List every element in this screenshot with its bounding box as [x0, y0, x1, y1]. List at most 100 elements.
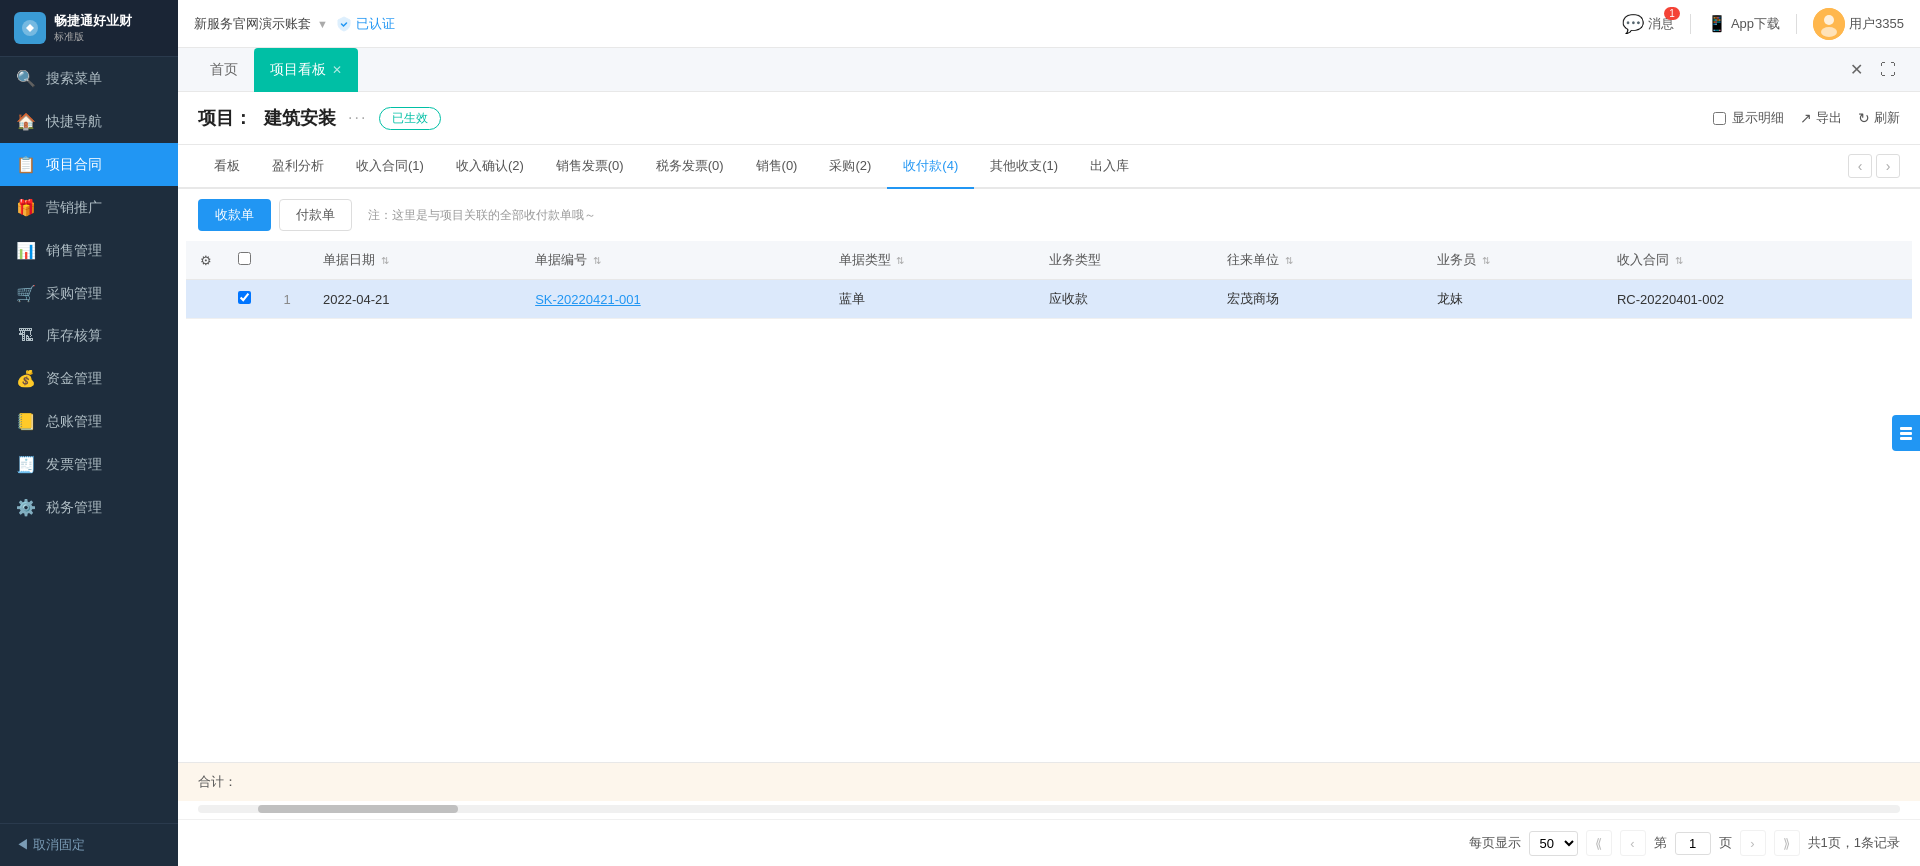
td-number[interactable]: SK-20220421-001: [523, 280, 827, 319]
search-icon: 🔍: [16, 69, 36, 88]
topbar-divider2: [1796, 14, 1797, 34]
account-selector[interactable]: 新服务官网演示账套 ▼: [194, 15, 328, 33]
subtab-income-confirm[interactable]: 收入确认(2): [440, 145, 540, 189]
page-prefix-label: 第: [1654, 834, 1667, 852]
first-page-button[interactable]: ⟪: [1586, 830, 1612, 856]
current-page-input[interactable]: [1675, 832, 1711, 855]
app-download-label: App下载: [1731, 15, 1780, 33]
tab-home[interactable]: 首页: [194, 48, 254, 92]
subtab-other-expense[interactable]: 其他收支(1): [974, 145, 1074, 189]
last-page-button[interactable]: ⟫: [1774, 830, 1800, 856]
finance-icon: 💰: [16, 369, 36, 388]
receipt-table: ⚙ 单据日期 ⇅ 单据编号 ⇅: [186, 241, 1912, 319]
subtab-kanban[interactable]: 看板: [198, 145, 256, 189]
sidebar-item-project[interactable]: 📋 项目合同: [0, 143, 178, 186]
export-button[interactable]: ↗ 导出: [1800, 109, 1842, 127]
account-chevron-icon: ▼: [317, 18, 328, 30]
subtab-profit[interactable]: 盈利分析: [256, 145, 340, 189]
th-gear[interactable]: ⚙: [186, 241, 226, 280]
scroll-thumb[interactable]: [258, 805, 458, 813]
app-download-button[interactable]: 📱 App下载: [1707, 14, 1780, 33]
subtab-inout[interactable]: 出入库: [1074, 145, 1145, 189]
topbar: 新服务官网演示账套 ▼ 已认证 💬 消息 1 📱 App下载: [178, 0, 1920, 48]
th-date[interactable]: 单据日期 ⇅: [311, 241, 523, 280]
sidebar-item-finance[interactable]: 💰 资金管理: [0, 357, 178, 400]
sidebar-label-finance: 资金管理: [46, 370, 102, 388]
topbar-right: 💬 消息 1 📱 App下载 用户3355: [1622, 8, 1904, 40]
user-menu[interactable]: 用户3355: [1813, 8, 1904, 40]
sidebar-item-inventory[interactable]: 🏗 库存核算: [0, 315, 178, 357]
sidebar-item-quicknav[interactable]: 🏠 快捷导航: [0, 100, 178, 143]
sort-number-icon: ⇅: [593, 255, 601, 266]
per-page-select[interactable]: 50: [1529, 831, 1578, 856]
shield-icon: [336, 16, 352, 32]
td-biz-type: 应收款: [1037, 280, 1215, 319]
select-all-checkbox[interactable]: [238, 252, 251, 265]
project-icon: 📋: [16, 155, 36, 174]
subtab-next-button[interactable]: ›: [1876, 154, 1900, 178]
receipt-bill-tab[interactable]: 收款单: [198, 199, 271, 231]
subtab-income-contract[interactable]: 收入合同(1): [340, 145, 440, 189]
td-income-contract: RC-20220401-002: [1605, 280, 1912, 319]
scroll-track: [198, 805, 1900, 813]
sidebar-unpin-button[interactable]: ◀ 取消固定: [0, 823, 178, 866]
tab-project-board-label: 项目看板: [270, 61, 326, 79]
sidebar-item-marketing[interactable]: 🎁 营销推广: [0, 186, 178, 229]
horizontal-scroll-area[interactable]: [178, 801, 1920, 819]
show-detail-checkbox[interactable]: 显示明细: [1713, 109, 1784, 127]
sidebar-item-ledger[interactable]: 📒 总账管理: [0, 400, 178, 443]
message-badge: 1: [1664, 7, 1680, 20]
purchase-icon: 🛒: [16, 284, 36, 303]
sidebar-item-invoice[interactable]: 🧾 发票管理: [0, 443, 178, 486]
sidebar-item-purchase[interactable]: 🛒 采购管理: [0, 272, 178, 315]
verified-badge: 已认证: [336, 15, 395, 33]
maximize-window-button[interactable]: ⛶: [1876, 58, 1900, 82]
pagination: 每页显示 50 ⟪ ‹ 第 页 › ⟫ 共1页，1条记录: [178, 819, 1920, 866]
svg-point-3: [1821, 27, 1837, 37]
sidebar-label-tax: 税务管理: [46, 499, 102, 517]
unpin-label: ◀ 取消固定: [16, 836, 85, 854]
th-type[interactable]: 单据类型 ⇅: [827, 241, 1037, 280]
row-checkbox[interactable]: [238, 291, 251, 304]
subtab-receipt[interactable]: 收付款(4): [887, 145, 974, 189]
td-checkbox[interactable]: [226, 280, 263, 319]
tab-home-label: 首页: [210, 61, 238, 79]
subtab-sales[interactable]: 销售(0): [740, 145, 814, 189]
bill-number-link[interactable]: SK-20220421-001: [535, 292, 641, 307]
next-page-button[interactable]: ›: [1740, 830, 1766, 856]
project-more-button[interactable]: ···: [348, 109, 367, 127]
export-label: 导出: [1816, 109, 1842, 127]
sales-icon: 📊: [16, 241, 36, 260]
th-checkbox[interactable]: [226, 241, 263, 280]
subtab-sales-invoice[interactable]: 销售发票(0): [540, 145, 640, 189]
th-number[interactable]: 单据编号 ⇅: [523, 241, 827, 280]
ledger-icon: 📒: [16, 412, 36, 431]
right-panel-toggle[interactable]: [1892, 415, 1920, 451]
payment-bill-tab[interactable]: 付款单: [279, 199, 352, 231]
tab-project-board[interactable]: 项目看板 ✕: [254, 48, 358, 92]
th-income-contract[interactable]: 收入合同 ⇅: [1605, 241, 1912, 280]
sidebar-item-search[interactable]: 🔍 搜索菜单: [0, 57, 178, 100]
sidebar-label-invoice: 发票管理: [46, 456, 102, 474]
subtab-tax-invoice[interactable]: 税务发票(0): [640, 145, 740, 189]
close-window-button[interactable]: ✕: [1844, 58, 1868, 82]
th-partner[interactable]: 往来单位 ⇅: [1215, 241, 1425, 280]
project-status-badge: 已生效: [379, 107, 441, 130]
th-salesperson[interactable]: 业务员 ⇅: [1425, 241, 1605, 280]
tax-icon: ⚙️: [16, 498, 36, 517]
sidebar-label-ledger: 总账管理: [46, 413, 102, 431]
message-button[interactable]: 💬 消息 1: [1622, 13, 1674, 35]
sidebar-item-sales[interactable]: 📊 销售管理: [0, 229, 178, 272]
prev-page-button[interactable]: ‹: [1620, 830, 1646, 856]
show-detail-input[interactable]: [1713, 112, 1726, 125]
tab-project-board-close-icon[interactable]: ✕: [332, 63, 342, 77]
sidebar-logo: 畅捷通好业财 标准版: [0, 0, 178, 57]
logo-text-block: 畅捷通好业财 标准版: [54, 12, 132, 44]
sidebar-item-tax[interactable]: ⚙️ 税务管理: [0, 486, 178, 529]
sidebar-label-quicknav: 快捷导航: [46, 113, 102, 131]
refresh-button[interactable]: ↻ 刷新: [1858, 109, 1900, 127]
subtab-purchase[interactable]: 采购(2): [813, 145, 887, 189]
topbar-left: 新服务官网演示账套 ▼ 已认证: [194, 15, 395, 33]
subtab-prev-button[interactable]: ‹: [1848, 154, 1872, 178]
table-row[interactable]: 1 2022-04-21 SK-20220421-001 蓝单 应收款 宏茂商场…: [186, 280, 1912, 319]
